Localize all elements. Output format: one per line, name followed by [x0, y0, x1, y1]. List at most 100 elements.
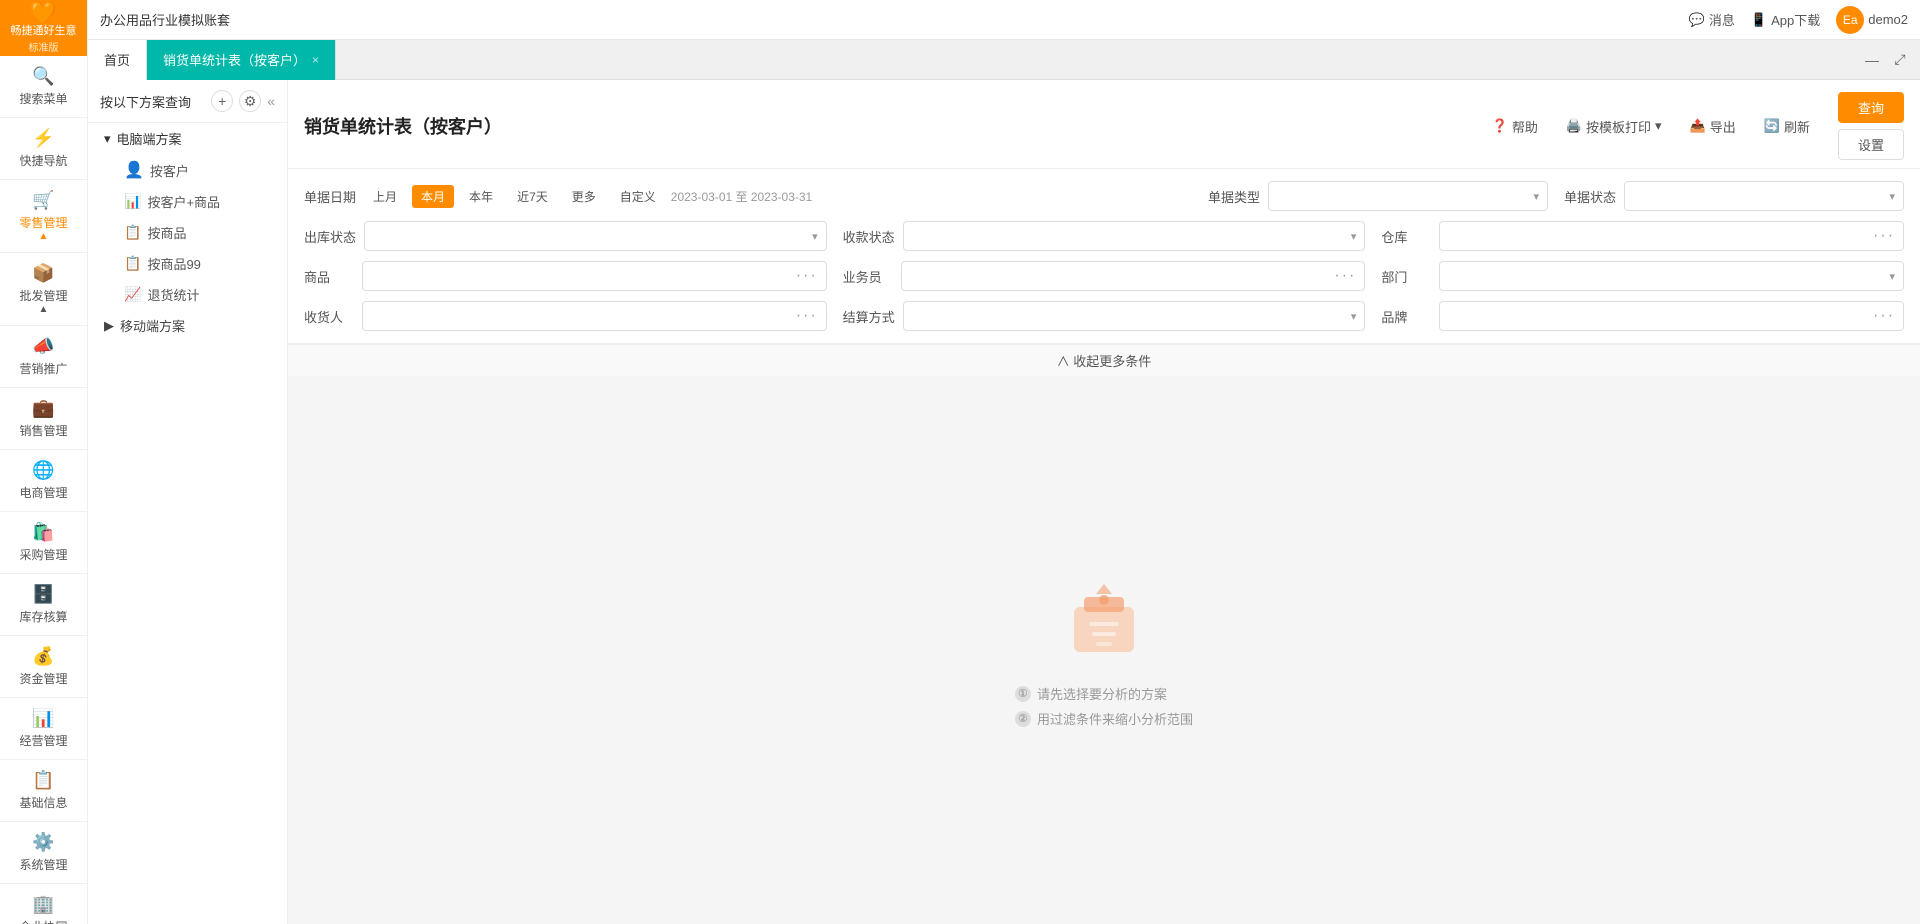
- tree-item-by-product99-label: 按商品99: [147, 254, 200, 273]
- collapse-more-btn[interactable]: ∧ 收起更多条件: [288, 344, 1920, 376]
- out-status-arrow: ▾: [812, 230, 818, 243]
- tree-group-pc[interactable]: ▾ 电脑端方案: [88, 123, 287, 154]
- order-type-input[interactable]: ▾: [1268, 181, 1548, 211]
- sidebar-logo: 🧡 畅捷通好生意 标准版: [0, 0, 88, 56]
- tree-group-mobile-label: 移动端方案: [120, 316, 185, 335]
- refresh-icon: 🔄: [1764, 118, 1780, 134]
- export-btn[interactable]: 📤 导出: [1682, 113, 1744, 140]
- date-btn-last-7[interactable]: 近7天: [508, 185, 557, 208]
- maximize-btn[interactable]: ⤢: [1888, 48, 1912, 72]
- salesperson-input[interactable]: ···: [901, 261, 1366, 291]
- minimize-btn[interactable]: —: [1860, 48, 1884, 72]
- page-header: 销货单统计表（按客户） ❓ 帮助 🖨️ 按模板打印 ▾ 📤 导出: [288, 80, 1920, 169]
- sidebar-item-sales[interactable]: 💼 销售管理: [0, 388, 87, 450]
- filter-product-field: 商品 ···: [304, 261, 827, 291]
- print-dropdown-icon: ▾: [1655, 118, 1662, 134]
- filter-row-4: 收货人 ··· 结算方式 ▾ 品牌: [304, 301, 1904, 331]
- sidebar-item-wholesale[interactable]: 📦 批发管理 ▲: [0, 253, 87, 326]
- username: demo2: [1868, 12, 1908, 27]
- receiver-input[interactable]: ···: [362, 301, 827, 331]
- print-btn[interactable]: 🖨️ 按模板打印 ▾: [1558, 113, 1670, 140]
- department-input[interactable]: ▾: [1439, 261, 1904, 291]
- left-panel-header: 按以下方案查询 + ⚙ «: [88, 80, 287, 123]
- receiver-label: 收货人: [304, 307, 354, 326]
- tree-item-by-customer[interactable]: 👤 按客户: [88, 154, 287, 186]
- filter-collection-status-field: 收款状态 ▾: [843, 221, 1366, 251]
- sidebar-item-nav-label: 快捷导航: [19, 152, 67, 169]
- download-icon: 📱: [1751, 12, 1767, 28]
- right-action-btns: 查询 设置: [1838, 92, 1904, 160]
- sidebar-item-nav[interactable]: ⚡ 快捷导航: [0, 118, 87, 180]
- query-button[interactable]: 查询: [1838, 92, 1904, 123]
- receiver-dots: ···: [796, 307, 818, 325]
- sidebar-item-enterprise-label: 企业协同: [19, 918, 67, 924]
- sidebar-item-purchase[interactable]: 🛍️ 采购管理: [0, 512, 87, 574]
- filter-area: 单据日期 上月 本月 本年 近7天 更多 自定义 2023-03-01 至 20…: [288, 169, 1920, 344]
- help-btn[interactable]: ❓ 帮助: [1484, 113, 1546, 140]
- out-status-input[interactable]: ▾: [364, 221, 827, 251]
- collection-status-input[interactable]: ▾: [903, 221, 1366, 251]
- tree-item-by-product99[interactable]: 📋 按商品99: [88, 248, 287, 279]
- tree-item-by-customer-product[interactable]: 📊 按客户+商品: [88, 186, 287, 217]
- logo-sub: 标准版: [29, 39, 59, 54]
- sidebar-item-operations[interactable]: 📊 经营管理: [0, 698, 87, 760]
- refresh-btn[interactable]: 🔄 刷新: [1756, 113, 1818, 140]
- sidebar-item-enterprise[interactable]: 🏢 企业协同: [0, 884, 87, 924]
- date-btn-more[interactable]: 更多: [563, 185, 605, 208]
- sidebar-item-search[interactable]: 🔍 搜索菜单: [0, 56, 87, 118]
- topbar: 办公用品行业模拟账套 💬 消息 📱 App下载 Ea demo2: [88, 0, 1920, 40]
- sidebar-item-ecommerce[interactable]: 🌐 电商管理: [0, 450, 87, 512]
- message-btn[interactable]: 💬 消息: [1689, 10, 1735, 29]
- sidebar-item-marketing[interactable]: 📣 营销推广: [0, 326, 87, 388]
- by-product99-icon: 📋: [124, 255, 141, 272]
- left-panel-collapse-btn[interactable]: «: [267, 93, 275, 109]
- sidebar-item-inventory[interactable]: 🗄️ 库存核算: [0, 574, 87, 636]
- tip-2-text: 用过滤条件来缩小分析范围: [1037, 709, 1193, 728]
- tab-close-btn[interactable]: ×: [312, 53, 319, 67]
- sidebar-item-finance[interactable]: 💰 资金管理: [0, 636, 87, 698]
- export-icon: 📤: [1690, 118, 1706, 134]
- topbar-actions: 💬 消息 📱 App下载 Ea demo2: [1689, 6, 1908, 34]
- tree: ▾ 电脑端方案 👤 按客户 📊 按客户+商品 📋 按商品 📋 按商品: [88, 123, 287, 341]
- user-area[interactable]: Ea demo2: [1836, 6, 1908, 34]
- tree-item-by-customer-product-label: 按客户+商品: [147, 192, 220, 211]
- right-panel: 销货单统计表（按客户） ❓ 帮助 🖨️ 按模板打印 ▾ 📤 导出: [288, 80, 1920, 924]
- settings-scheme-btn[interactable]: ⚙: [239, 90, 261, 112]
- inventory-icon: 🗄️: [32, 584, 54, 605]
- tree-item-by-product[interactable]: 📋 按商品: [88, 217, 287, 248]
- sidebar-item-retail[interactable]: 🛒 零售管理 ▲: [0, 180, 87, 253]
- avatar: Ea: [1836, 6, 1864, 34]
- retail-arrow: ▲: [39, 231, 49, 242]
- date-btn-custom[interactable]: 自定义: [611, 185, 665, 208]
- department-arrow: ▾: [1889, 270, 1895, 283]
- order-status-input[interactable]: ▾: [1624, 181, 1904, 211]
- sidebar-item-ecommerce-label: 电商管理: [19, 484, 67, 501]
- tree-item-return-stats[interactable]: 📈 退货统计: [88, 279, 287, 310]
- product-input[interactable]: ···: [362, 261, 827, 291]
- warehouse-dots: ···: [1873, 227, 1895, 245]
- app-download-btn[interactable]: 📱 App下载: [1751, 10, 1820, 29]
- add-scheme-btn[interactable]: +: [211, 90, 233, 112]
- by-product-icon: 📋: [124, 224, 141, 241]
- tab-home[interactable]: 首页: [88, 40, 147, 80]
- filter-row-1: 单据日期 上月 本月 本年 近7天 更多 自定义 2023-03-01 至 20…: [304, 181, 1904, 211]
- wholesale-arrow: ▲: [39, 304, 49, 315]
- message-icon: 💬: [1689, 12, 1705, 28]
- print-icon: 🖨️: [1566, 118, 1582, 134]
- sidebar-item-system[interactable]: ⚙️ 系统管理: [0, 822, 87, 884]
- salesperson-dots: ···: [1334, 267, 1356, 285]
- filter-out-status-field: 出库状态 ▾: [304, 221, 827, 251]
- tab-active[interactable]: 销货单统计表（按客户） ×: [147, 40, 336, 80]
- settings-button[interactable]: 设置: [1838, 129, 1904, 160]
- sidebar-item-basic[interactable]: 📋 基础信息: [0, 760, 87, 822]
- collection-status-arrow: ▾: [1351, 230, 1357, 243]
- date-btn-this-year[interactable]: 本年: [460, 185, 502, 208]
- date-btn-last-month[interactable]: 上月: [364, 185, 406, 208]
- tree-group-mobile[interactable]: ▶ 移动端方案: [88, 310, 287, 341]
- date-range: 2023-03-01 至 2023-03-31: [671, 188, 812, 205]
- warehouse-input[interactable]: ···: [1439, 221, 1904, 251]
- brand-input[interactable]: ···: [1439, 301, 1904, 331]
- settlement-input[interactable]: ▾: [903, 301, 1366, 331]
- date-btn-this-month[interactable]: 本月: [412, 185, 454, 208]
- tab-home-label: 首页: [104, 50, 130, 69]
